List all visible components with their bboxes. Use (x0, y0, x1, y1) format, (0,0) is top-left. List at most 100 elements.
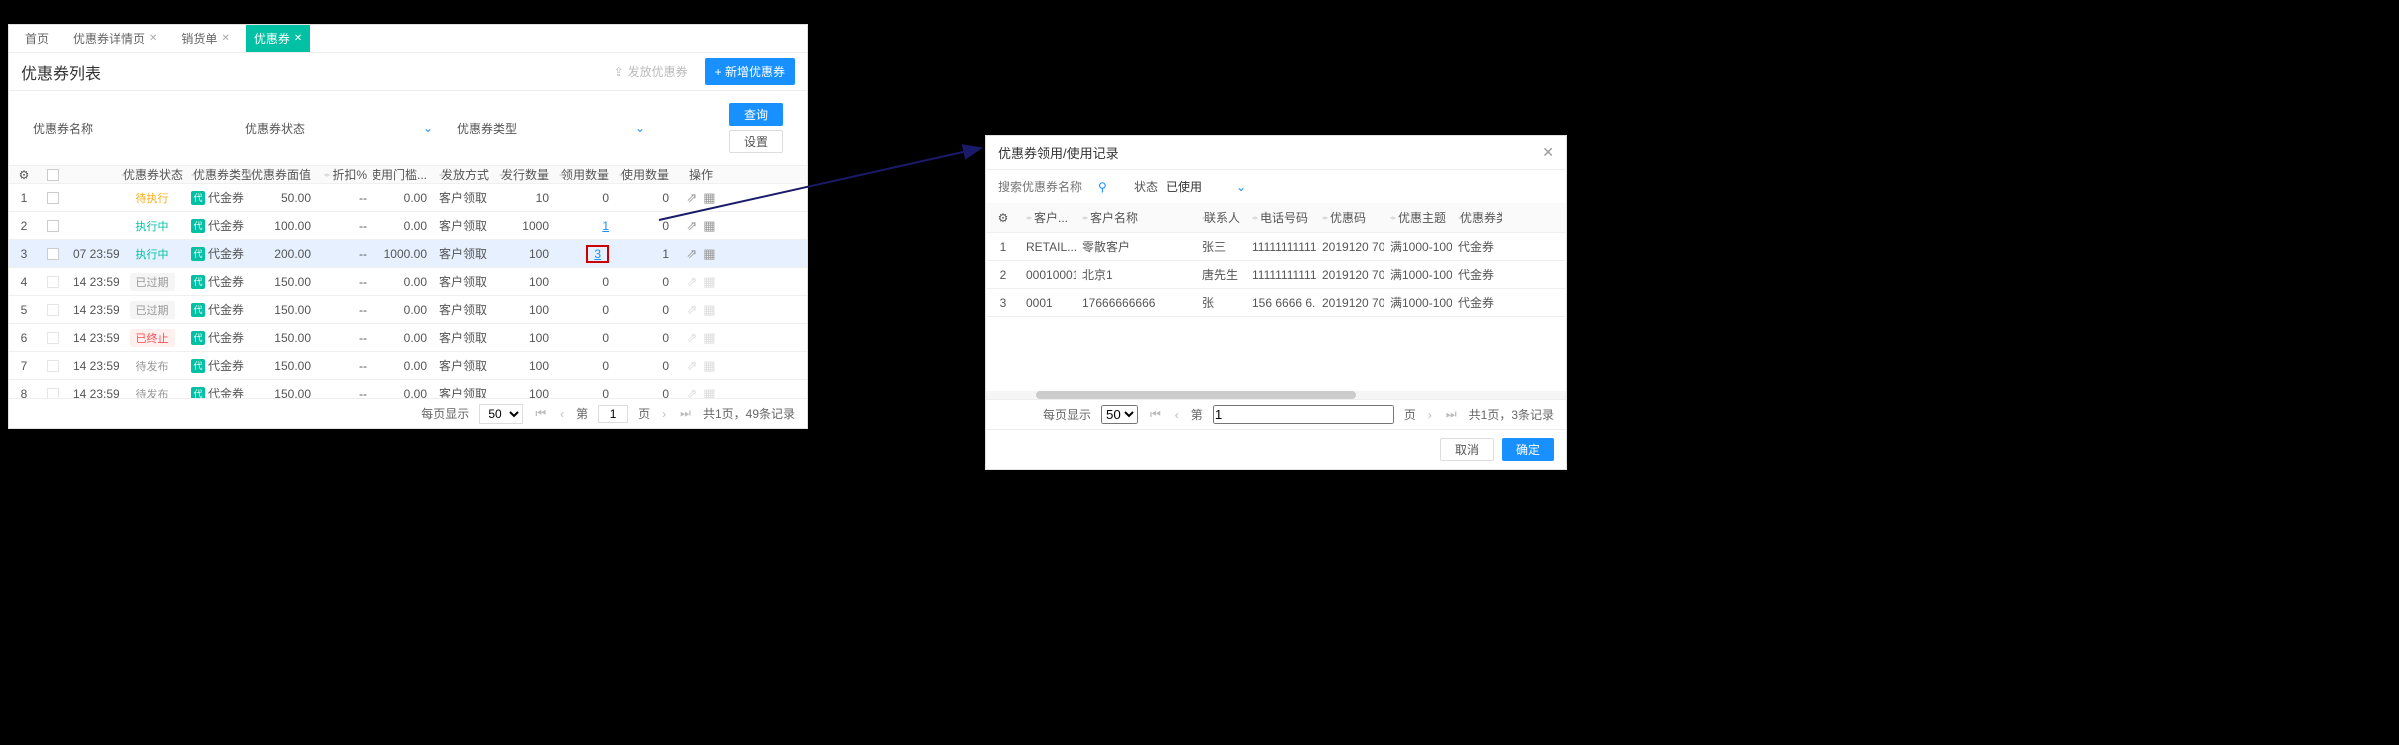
col-status[interactable]: 优惠券状态 (119, 166, 185, 183)
col-threshold[interactable]: 使用门槛... (373, 166, 433, 183)
per-page-select[interactable]: 50 (1101, 405, 1138, 424)
close-icon[interactable]: ✕ (221, 33, 229, 44)
col-contact[interactable]: 联系人 (1196, 209, 1246, 226)
modal-status-filter: 状态 已使用 ⌄ (1134, 178, 1246, 195)
col-customer-code[interactable]: 客户... (1020, 209, 1076, 226)
row-checkbox[interactable] (39, 304, 67, 316)
row-index: 5 (9, 303, 39, 317)
page-input[interactable] (598, 405, 628, 423)
horizontal-scrollbar[interactable] (986, 391, 1566, 399)
col-issue-qty[interactable]: 发行数量 (495, 166, 555, 183)
coupon-name-input[interactable] (101, 121, 221, 136)
page-summary: 共1页，3条记录 (1469, 406, 1554, 423)
add-coupon-button[interactable]: + 新增优惠券 (705, 58, 795, 85)
col-coupon-type[interactable]: 优惠券类 (1452, 209, 1502, 226)
table-row[interactable]: 3 0001 17666666666 张 156 6666 6... 20191… (986, 289, 1566, 317)
per-page-select[interactable]: 50 (479, 404, 523, 424)
chevron-down-icon: ⌄ (1236, 180, 1246, 194)
coupon-type-select[interactable]: ⌄ (525, 121, 645, 135)
col-claim-qty[interactable]: 领用数量 (555, 166, 615, 183)
table-row[interactable]: 2 执行中 代代金券 100.00 -- 0.00 客户领取 1000 1 0 … (9, 212, 807, 240)
issue-coupon-button[interactable]: ⇪发放优惠券 (605, 58, 697, 85)
table-row[interactable]: 1 RETAIL... 零散客户 张三 11111111111 2019120 … (986, 233, 1566, 261)
table-row[interactable]: 6 14 23:59 已终止 代代金券 150.00 -- 0.00 客户领取 … (9, 324, 807, 352)
tab-home[interactable]: 首页 (17, 25, 57, 52)
tab-label: 优惠券 (254, 30, 290, 47)
settings-button[interactable]: 设置 (729, 130, 783, 153)
row-claim-qty: 0 (555, 303, 615, 317)
select-all-checkbox[interactable] (39, 169, 67, 181)
prev-page-button[interactable]: ‹ (1173, 408, 1181, 422)
close-icon[interactable]: ✕ (149, 33, 157, 44)
modal-status-select[interactable]: 已使用 ⌄ (1166, 178, 1246, 195)
row-ops: ⇗ ▦ (675, 330, 727, 346)
table-row[interactable]: 5 14 23:59 已过期 代代金券 150.00 -- 0.00 客户领取 … (9, 296, 807, 324)
table-row[interactable]: 1 待执行 代代金券 50.00 -- 0.00 客户领取 10 0 0 ⇗ ▦ (9, 184, 807, 212)
share-icon: ⇗ (686, 274, 697, 290)
modal-header: 优惠券领用/使用记录 ✕ (986, 136, 1566, 170)
row-checkbox[interactable] (39, 360, 67, 372)
table-row[interactable]: 7 14 23:59 待发布 代代金券 150.00 -- 0.00 客户领取 … (9, 352, 807, 380)
col-subject[interactable]: 优惠主题 (1384, 209, 1452, 226)
table-row[interactable]: 8 14 23:59 待发布 代代金券 150.00 -- 0.00 客户领取 … (9, 380, 807, 398)
share-icon[interactable]: ⇗ (686, 218, 697, 234)
close-icon[interactable]: ✕ (1542, 144, 1554, 161)
qr-icon[interactable]: ▦ (703, 246, 715, 262)
row-ops: ⇗ ▦ (675, 386, 727, 399)
col-discount[interactable]: 折扣% (317, 166, 373, 183)
tab-sales-order[interactable]: 销货单✕ (173, 25, 237, 52)
filters: 优惠券名称 优惠券状态 ⌄ 优惠券类型 ⌄ 查询 设置 (9, 91, 807, 166)
table-row[interactable]: 2 00010001 北京1 唐先生 11111111111 2019120 7… (986, 261, 1566, 289)
first-page-button[interactable]: ⏮ (533, 406, 548, 421)
row-threshold: 1000.00 (373, 247, 433, 261)
row-checkbox[interactable] (39, 388, 67, 399)
search-input[interactable] (998, 180, 1098, 194)
qr-icon[interactable]: ▦ (703, 218, 715, 234)
per-page-label: 每页显示 (421, 405, 469, 422)
page-input[interactable] (1213, 405, 1394, 424)
row-checkbox[interactable] (39, 248, 67, 260)
row-issue-qty: 100 (495, 303, 555, 317)
claim-count-link[interactable]: 1 (602, 219, 609, 233)
col-type[interactable]: 优惠券类型 (185, 166, 251, 183)
row-issue-qty: 100 (495, 387, 555, 399)
next-page-button[interactable]: › (660, 407, 668, 421)
row-checkbox[interactable] (39, 220, 67, 232)
qr-icon[interactable]: ▦ (703, 190, 715, 206)
row-checkbox[interactable] (39, 192, 67, 204)
cancel-button[interactable]: 取消 (1440, 438, 1494, 461)
search-icon[interactable]: ⚲ (1098, 180, 1107, 194)
prev-page-button[interactable]: ‹ (558, 407, 566, 421)
next-page-button[interactable]: › (1426, 408, 1434, 422)
row-type: 代代金券 (185, 357, 251, 374)
col-method[interactable]: 发放方式 (433, 166, 495, 183)
coupon-status-select[interactable]: ⌄ (313, 121, 433, 135)
row-customer-name: 北京1 (1076, 266, 1196, 283)
last-page-button[interactable]: ⏭ (1444, 407, 1459, 422)
claim-count-link[interactable]: 3 (586, 245, 609, 263)
close-icon[interactable]: ✕ (294, 33, 302, 44)
tab-coupon[interactable]: 优惠券 ✕ (246, 25, 310, 52)
search-button[interactable]: 查询 (729, 103, 783, 126)
tab-coupon-detail[interactable]: 优惠券详情页✕ (65, 25, 165, 52)
row-issue-qty: 100 (495, 247, 555, 261)
gear-icon[interactable]: ⚙ (9, 168, 39, 182)
gear-icon[interactable]: ⚙ (986, 211, 1020, 225)
row-issue-qty: 10 (495, 191, 555, 205)
row-checkbox[interactable] (39, 332, 67, 344)
col-use-qty[interactable]: 使用数量 (615, 166, 675, 183)
col-face[interactable]: 优惠券面值 (251, 166, 317, 183)
col-customer-name[interactable]: 客户名称 (1076, 209, 1196, 226)
col-coupon-code[interactable]: 优惠码 (1316, 209, 1384, 226)
share-icon[interactable]: ⇗ (686, 190, 697, 206)
col-phone[interactable]: 电话号码 (1246, 209, 1316, 226)
table-row[interactable]: 3 07 23:59 执行中 代代金券 200.00 -- 1000.00 客户… (9, 240, 807, 268)
row-phone: 11111111111 (1246, 268, 1316, 282)
first-page-button[interactable]: ⏮ (1148, 407, 1163, 422)
share-icon[interactable]: ⇗ (686, 246, 697, 262)
row-checkbox[interactable] (39, 276, 67, 288)
confirm-button[interactable]: 确定 (1502, 438, 1554, 461)
row-threshold: 0.00 (373, 331, 433, 345)
last-page-button[interactable]: ⏭ (678, 406, 693, 421)
table-row[interactable]: 4 14 23:59 已过期 代代金券 150.00 -- 0.00 客户领取 … (9, 268, 807, 296)
